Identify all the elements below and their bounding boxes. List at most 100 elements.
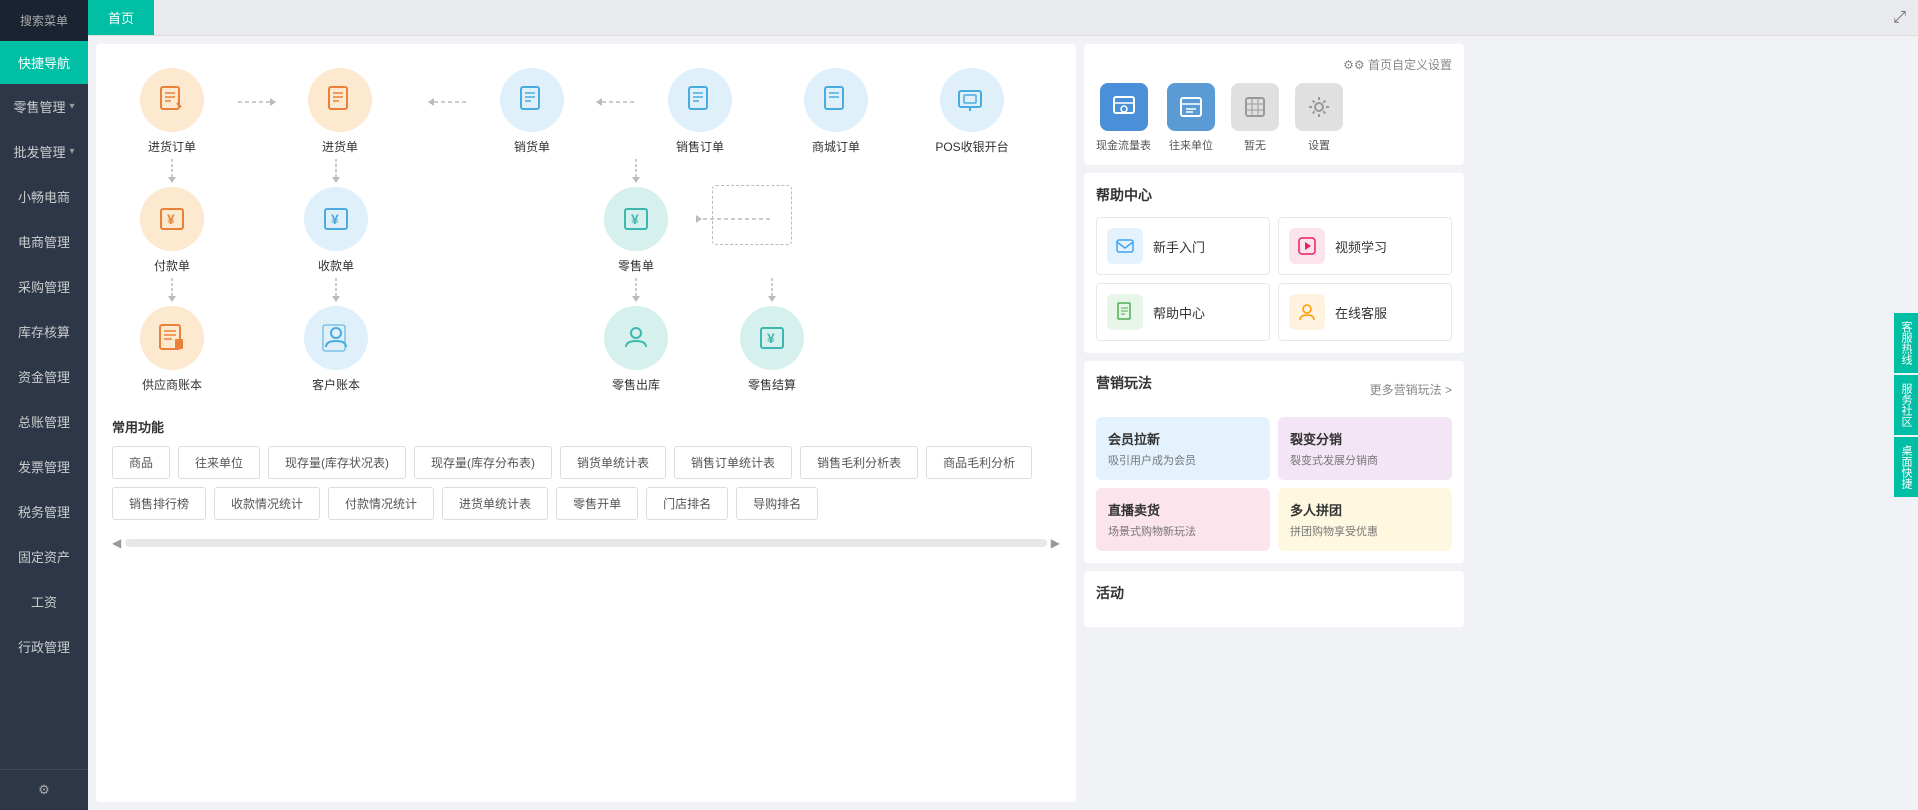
sidebar-item-admin[interactable]: 行政管理 [0, 624, 88, 669]
sidebar-item-ecom[interactable]: 电商管理 [0, 219, 88, 264]
wf-node-customer-book[interactable]: 客户账本 [276, 306, 396, 393]
help-label-docs: 帮助中心 [1153, 303, 1205, 322]
wf-icon-retail-bill: ¥ [604, 187, 668, 251]
marketing-card-fission[interactable]: 裂变分销 裂变式发展分销商 [1278, 417, 1452, 480]
sidebar-quicknav[interactable]: 快捷导航 [0, 41, 88, 84]
sidebar-item-retail[interactable]: 零售管理 ▾ [0, 84, 88, 129]
func-btn-stock-dist[interactable]: 现存量(库存分布表) [414, 446, 552, 479]
wf-label-purchase: 进货单 [322, 138, 358, 155]
func-btn-partner[interactable]: 往来单位 [178, 446, 260, 479]
marketing-card-member[interactable]: 会员拉新 吸引用户成为会员 [1096, 417, 1270, 480]
func-btn-retail-bill[interactable]: 零售开单 [556, 487, 638, 520]
func-btn-store-rank[interactable]: 门店排名 [646, 487, 728, 520]
down-arrow-retail-bill [576, 274, 696, 306]
func-btn-guide-rank[interactable]: 导购排名 [736, 487, 818, 520]
quick-icon-partner[interactable]: 往来单位 [1167, 83, 1215, 153]
sidebar-item-wholesale[interactable]: 批发管理 ▾ [0, 129, 88, 174]
marketing-card-live-desc: 场景式购物新玩法 [1108, 523, 1258, 539]
func-btn-sales-rank[interactable]: 销售排行榜 [112, 487, 206, 520]
wf-node-sales[interactable]: 销货单 [472, 68, 592, 155]
down-arrow-purchase [112, 155, 232, 187]
wf-icon-retail-out [604, 306, 668, 370]
wf-node-mall-order[interactable]: 商城订单 [776, 68, 896, 155]
help-item-beginner[interactable]: 新手入门 [1096, 217, 1270, 275]
sidebar-item-purchase[interactable]: 采购管理 [0, 264, 88, 309]
customize-header[interactable]: ⚙ ⚙ 首页自定义设置 [1096, 56, 1452, 73]
sidebar-item-salary[interactable]: 工资 [0, 579, 88, 624]
sidebar-item-ledger[interactable]: 总账管理 [0, 399, 88, 444]
activities-title: 活动 [1096, 583, 1452, 603]
wf-label-retail-out: 零售出库 [612, 376, 660, 393]
sidebar-search[interactable]: 搜索菜单 [0, 0, 88, 41]
scroll-left-icon[interactable]: ◀ [112, 536, 121, 550]
common-func-grid: 商品 往来单位 现存量(库存状况表) 现存量(库存分布表) 销货单统计表 销售订… [112, 446, 1060, 520]
sidebar-item-fixed-assets[interactable]: 固定资产 [0, 534, 88, 579]
help-item-chat[interactable]: 在线客服 [1278, 283, 1452, 341]
wf-node-pos[interactable]: POS收银开台 [912, 68, 1032, 155]
scroll-bar-container: ◀ ▶ [112, 532, 1060, 554]
marketing-card-live-title: 直播卖货 [1108, 500, 1258, 519]
sidebar-item-invoice[interactable]: 发票管理 [0, 444, 88, 489]
quick-icon-settings[interactable]: 设置 [1295, 83, 1343, 153]
func-btn-product-profit[interactable]: 商品毛利分析 [926, 446, 1032, 479]
func-btn-payment-stat[interactable]: 付款情况统计 [328, 487, 434, 520]
wf-label-retail-bill: 零售单 [618, 257, 654, 274]
wf-label-sales-order: 销售订单 [676, 138, 724, 155]
sidebar-item-ecom-small[interactable]: 小畅电商 [0, 174, 88, 219]
wf-icon-sales-order [668, 68, 732, 132]
wf-node-retail-out[interactable]: 零售出库 [576, 306, 696, 393]
sidebar-item-label: 固定资产 [18, 547, 70, 566]
func-btn-sales-stat[interactable]: 销货单统计表 [560, 446, 666, 479]
quick-icon-settings-label: 设置 [1308, 137, 1330, 153]
marketing-card-live[interactable]: 直播卖货 场景式购物新玩法 [1096, 488, 1270, 551]
marketing-card-group[interactable]: 多人拼团 拼团购物享受优惠 [1278, 488, 1452, 551]
sidebar-item-label: 行政管理 [18, 637, 70, 656]
func-btn-receipt-stat[interactable]: 收款情况统计 [214, 487, 320, 520]
sidebar-settings[interactable]: ⚙ [0, 769, 88, 810]
sidebar-item-tax[interactable]: 税务管理 [0, 489, 88, 534]
marketing-card-fission-desc: 裂变式发展分销商 [1290, 452, 1440, 468]
quick-icon-empty[interactable]: 暂无 [1231, 83, 1279, 153]
sidebar: 搜索菜单 快捷导航 零售管理 ▾ 批发管理 ▾ 小畅电商 电商管理 采购管理 库… [0, 0, 88, 810]
workflow-row2: ¥ 付款单 ¥ 收款单 [112, 187, 1060, 274]
help-item-video[interactable]: 视频学习 [1278, 217, 1452, 275]
func-btn-purchase-stat[interactable]: 进货单统计表 [442, 487, 548, 520]
func-btn-stock-status[interactable]: 现存量(库存状况表) [268, 446, 406, 479]
wf-node-purchase[interactable]: 进货单 [280, 68, 400, 155]
sidebar-item-finance[interactable]: 资金管理 [0, 354, 88, 399]
float-btn-community[interactable]: 服务社区 [1894, 375, 1918, 435]
quick-icon-cashflow[interactable]: 现金流量表 [1096, 83, 1151, 153]
down-arrow-sales [276, 155, 396, 187]
svg-text:¥: ¥ [631, 211, 639, 227]
float-btn-desktop[interactable]: 桌面快捷 [1894, 437, 1918, 497]
func-btn-sales-profit[interactable]: 销售毛利分析表 [800, 446, 918, 479]
float-btn-hotline[interactable]: 客服热线 [1894, 313, 1918, 373]
quick-icon-partner-label: 往来单位 [1169, 137, 1213, 153]
marketing-card-fission-title: 裂变分销 [1290, 429, 1440, 448]
tab-home[interactable]: 首页 [88, 0, 154, 35]
wf-node-sales-order[interactable]: 销售订单 [640, 68, 760, 155]
scroll-track[interactable] [125, 539, 1047, 547]
empty-icon [1231, 83, 1279, 131]
svg-text:¥: ¥ [331, 211, 339, 227]
wf-node-retail-bill[interactable]: ¥ 零售单 [576, 187, 696, 274]
wf-node-supplier-book[interactable]: 供应商账本 [112, 306, 232, 393]
main-area: 首页 ⤢ 进货订单 [88, 0, 1918, 810]
wf-node-purchase-order[interactable]: 进货订单 [112, 68, 232, 155]
wf-node-payment[interactable]: ¥ 付款单 [112, 187, 232, 274]
expand-icon[interactable]: ⤢ [1881, 9, 1918, 27]
wf-label-pos: POS收银开台 [935, 138, 1008, 155]
marketing-more-link[interactable]: 更多营销玩法 > [1370, 381, 1452, 398]
sidebar-item-inventory[interactable]: 库存核算 [0, 309, 88, 354]
wf-label-payment: 付款单 [154, 257, 190, 274]
sidebar-item-label: 税务管理 [18, 502, 70, 521]
help-center-title: 帮助中心 [1096, 185, 1452, 205]
help-item-docs[interactable]: 帮助中心 [1096, 283, 1270, 341]
func-btn-product[interactable]: 商品 [112, 446, 170, 479]
wf-node-retail-settle[interactable]: ¥ 零售结算 [712, 306, 832, 393]
wf-icon-pos [940, 68, 1004, 132]
wf-node-receipt[interactable]: ¥ 收款单 [276, 187, 396, 274]
scroll-right-icon[interactable]: ▶ [1051, 536, 1060, 550]
func-btn-sales-order-stat[interactable]: 销售订单统计表 [674, 446, 792, 479]
quick-icon-cashflow-label: 现金流量表 [1096, 137, 1151, 153]
